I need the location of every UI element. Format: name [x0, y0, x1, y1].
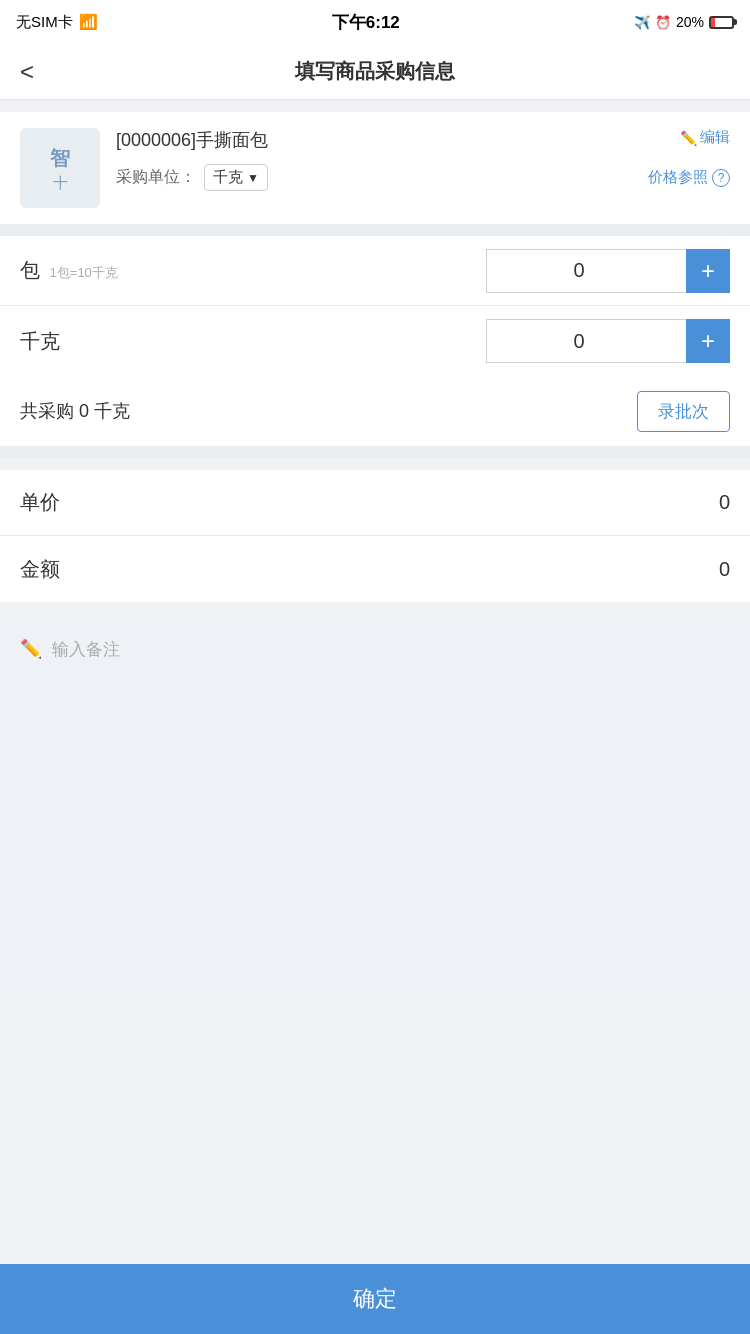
bao-label-text: 包	[20, 259, 40, 281]
battery-icon	[709, 16, 734, 29]
divider-2	[0, 446, 750, 458]
battery-percent: 20%	[676, 14, 704, 30]
back-button[interactable]: <	[12, 50, 42, 94]
unit-price-value: 0	[719, 491, 730, 514]
unit-price-row: 单价 0	[0, 470, 750, 536]
kg-plus-button[interactable]: +	[686, 319, 730, 363]
status-time: 下午6:12	[332, 11, 400, 34]
product-name: [0000006]手撕面包	[116, 128, 268, 152]
unit-price-label: 单价	[20, 489, 60, 516]
divider-1	[0, 224, 750, 236]
content-area	[0, 684, 750, 1004]
unit-label: 采购单位： 千克 ▼	[116, 164, 268, 191]
notes-placeholder: 输入备注	[52, 638, 120, 661]
product-card: 智 十 [0000006]手撕面包 ✏️ 编辑 采购单位： 千克 ▼ 价格参照 …	[0, 112, 750, 224]
product-logo-text1: 智	[50, 144, 70, 172]
wifi-icon: 📶	[79, 13, 98, 31]
price-section: 单价 0 金额 0	[0, 470, 750, 602]
alarm-icon: ⏰	[655, 15, 671, 30]
product-logo-text2: 十	[50, 172, 70, 193]
kg-quantity-input[interactable]	[486, 319, 686, 363]
price-ref-button[interactable]: 价格参照 ?	[648, 168, 730, 187]
status-left: 无SIM卡 📶	[16, 13, 98, 32]
bao-plus-button[interactable]: +	[686, 249, 730, 293]
bao-input-right: +	[140, 249, 730, 293]
product-meta: 采购单位： 千克 ▼ 价格参照 ?	[116, 164, 730, 191]
kg-input-row: 千克 +	[0, 306, 750, 376]
notes-section[interactable]: ✏️ 输入备注	[0, 614, 750, 684]
unit-value: 千克	[213, 168, 243, 187]
kg-label: 千克	[20, 328, 140, 355]
unit-dropdown-icon: ▼	[247, 171, 259, 185]
edit-button[interactable]: ✏️ 编辑	[680, 128, 730, 147]
bao-label: 包 1包=10千克	[20, 257, 140, 284]
confirm-button[interactable]: 确定	[0, 1264, 750, 1334]
price-ref-label: 价格参照	[648, 168, 708, 187]
amount-row: 金额 0	[0, 536, 750, 602]
amount-value: 0	[719, 558, 730, 581]
location-icon: ✈️	[634, 15, 650, 30]
record-batch-button[interactable]: 录批次	[637, 391, 730, 432]
unit-label-text: 采购单位：	[116, 167, 196, 188]
edit-icon: ✏️	[680, 130, 697, 146]
carrier-label: 无SIM卡	[16, 13, 73, 32]
edit-label: 编辑	[700, 128, 730, 147]
bao-quantity-input[interactable]	[486, 249, 686, 293]
notes-pencil-icon: ✏️	[20, 638, 42, 660]
product-info: [0000006]手撕面包 ✏️ 编辑 采购单位： 千克 ▼ 价格参照 ?	[116, 128, 730, 191]
bao-input-row: 包 1包=10千克 +	[0, 236, 750, 306]
status-right: ✈️ ⏰ 20%	[634, 14, 734, 30]
price-ref-icon: ?	[712, 169, 730, 187]
kg-label-text: 千克	[20, 330, 60, 352]
unit-select[interactable]: 千克 ▼	[204, 164, 268, 191]
nav-bar: < 填写商品采购信息	[0, 44, 750, 100]
bao-sublabel: 1包=10千克	[50, 265, 118, 280]
summary-row: 共采购 0 千克 录批次	[0, 376, 750, 446]
status-bar: 无SIM卡 📶 下午6:12 ✈️ ⏰ 20%	[0, 0, 750, 44]
summary-text: 共采购 0 千克	[20, 399, 130, 423]
input-section: 包 1包=10千克 + 千克 +	[0, 236, 750, 376]
product-image: 智 十	[20, 128, 100, 208]
product-header: [0000006]手撕面包 ✏️ 编辑	[116, 128, 730, 152]
kg-input-right: +	[140, 319, 730, 363]
page-title: 填写商品采购信息	[295, 58, 455, 85]
amount-label: 金额	[20, 556, 60, 583]
